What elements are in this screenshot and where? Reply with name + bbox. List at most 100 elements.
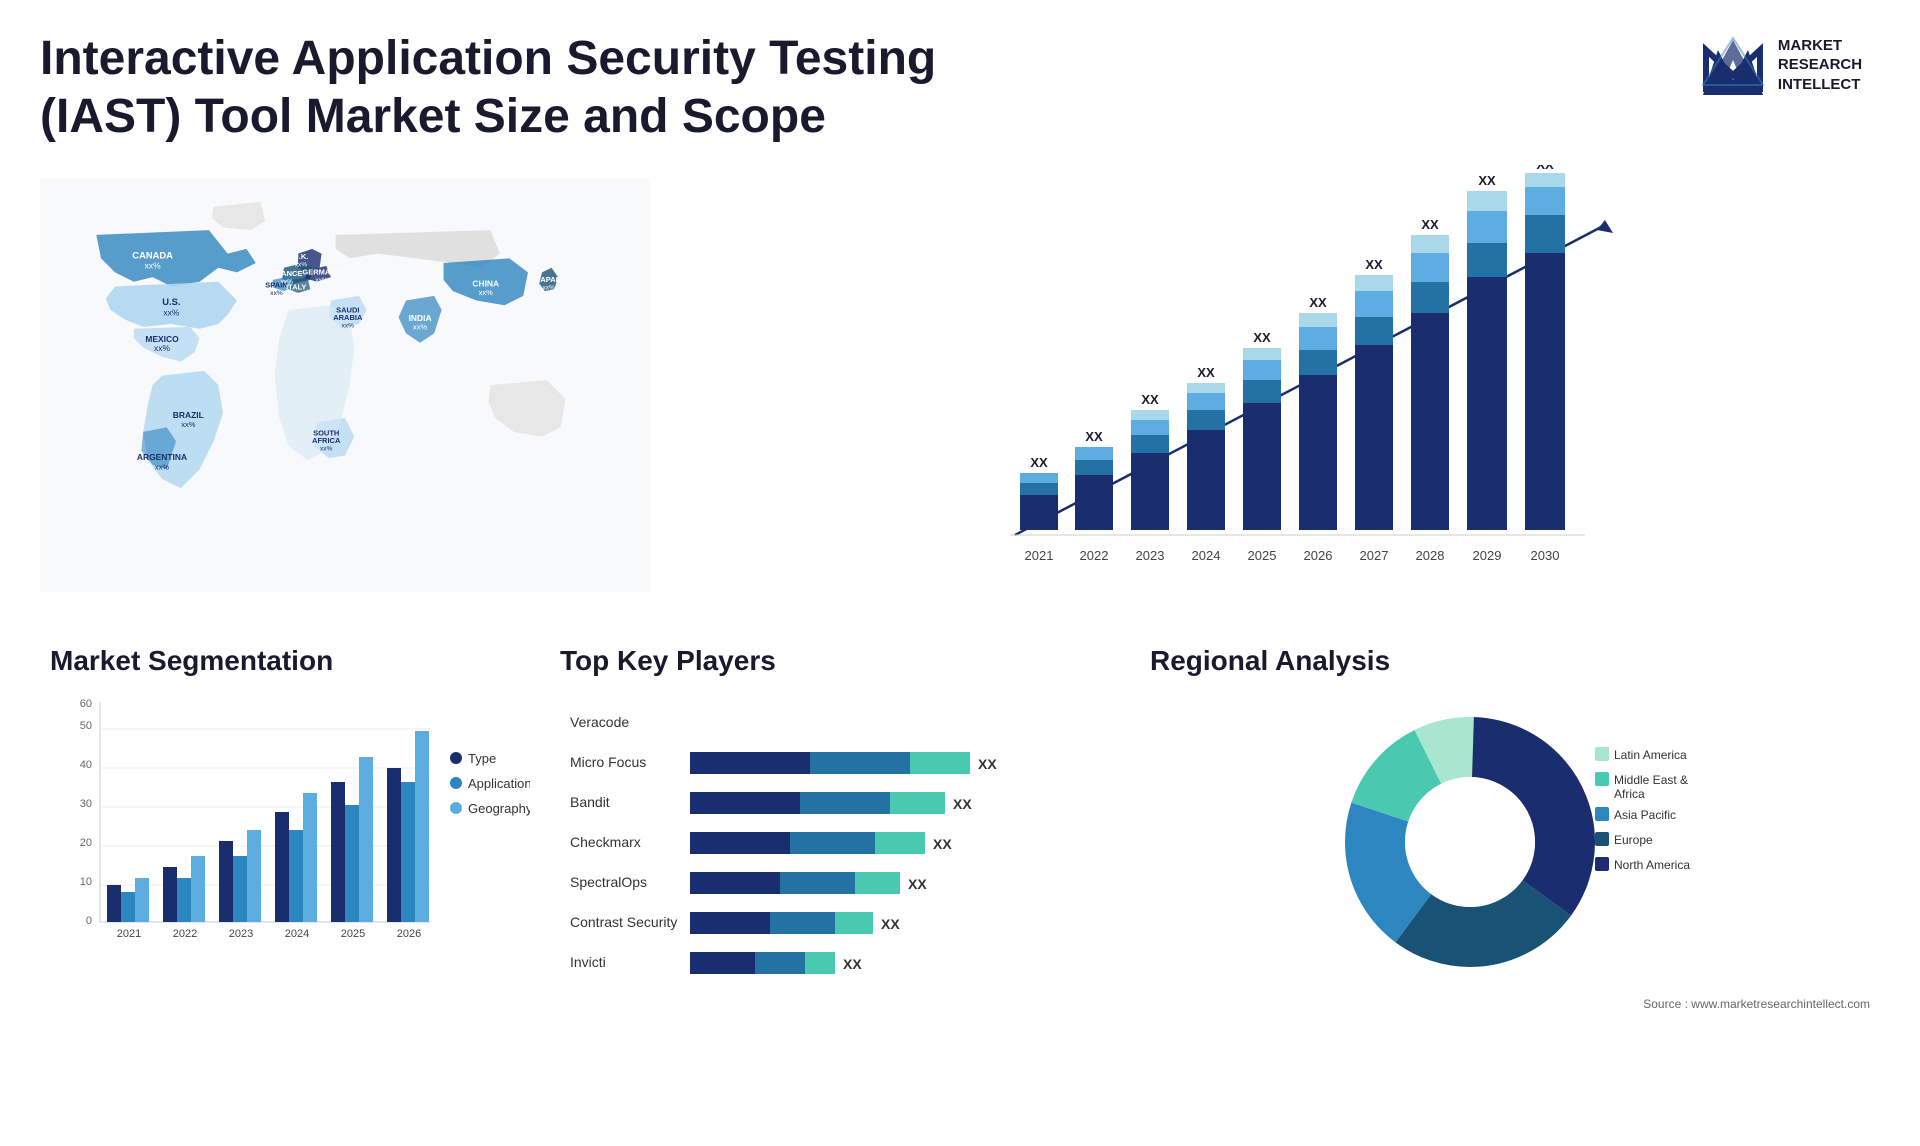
svg-text:XX: XX	[881, 916, 900, 932]
svg-text:Geography: Geography	[468, 801, 530, 816]
segmentation-section: Market Segmentation 0 10 20 30 40 50 60	[40, 635, 540, 1022]
svg-text:2025: 2025	[341, 928, 365, 940]
svg-text:XX: XX	[1365, 257, 1383, 272]
svg-text:XX: XX	[1030, 455, 1048, 470]
svg-text:Veracode: Veracode	[570, 714, 629, 730]
bar-chart-section: XX 2021 XX 2022 XX 2023 XX 2024	[670, 155, 1900, 635]
svg-text:Bandit: Bandit	[570, 794, 610, 810]
svg-text:U.S.: U.S.	[162, 297, 180, 307]
map-section: CANADA xx% U.S. xx% MEXICO xx% BRAZIL xx…	[20, 155, 670, 635]
svg-text:2021: 2021	[1025, 548, 1054, 563]
bar-chart: XX 2021 XX 2022 XX 2023 XX 2024	[700, 165, 1870, 605]
svg-text:Invicti: Invicti	[570, 954, 606, 970]
svg-text:North America: North America	[1614, 858, 1690, 872]
svg-text:0: 0	[86, 915, 92, 927]
svg-text:60: 60	[80, 698, 92, 710]
svg-text:Asia Pacific: Asia Pacific	[1614, 808, 1676, 822]
svg-text:XX: XX	[933, 836, 952, 852]
header: Interactive Application Security Testing…	[0, 0, 1920, 155]
svg-text:XX: XX	[1085, 429, 1103, 444]
svg-text:XX: XX	[978, 756, 997, 772]
svg-text:Middle East &: Middle East &	[1614, 773, 1688, 787]
svg-text:Checkmarx: Checkmarx	[570, 834, 641, 850]
svg-text:40: 40	[80, 759, 92, 771]
logo-icon	[1698, 30, 1768, 100]
svg-text:xx%: xx%	[342, 323, 355, 330]
logo-box: MARKETRESEARCHINTELLECT	[1698, 30, 1862, 100]
svg-text:50: 50	[80, 720, 92, 732]
svg-text:SPAIN: SPAIN	[265, 281, 287, 290]
svg-text:ARABIA: ARABIA	[333, 313, 363, 322]
svg-text:10: 10	[80, 876, 92, 888]
svg-text:2023: 2023	[1136, 548, 1165, 563]
svg-text:xx%: xx%	[154, 343, 170, 353]
svg-text:xx%: xx%	[145, 261, 161, 271]
svg-text:Europe: Europe	[1614, 833, 1653, 847]
svg-text:2026: 2026	[397, 928, 421, 940]
svg-text:XX: XX	[1421, 217, 1439, 232]
svg-text:BRAZIL: BRAZIL	[173, 410, 204, 420]
svg-text:XX: XX	[953, 796, 972, 812]
svg-text:xx%: xx%	[155, 463, 170, 472]
svg-text:xx%: xx%	[542, 284, 555, 291]
svg-text:SpectralOps: SpectralOps	[570, 874, 647, 890]
svg-text:XX: XX	[908, 876, 927, 892]
source-text: Source : www.marketresearchintellect.com	[1150, 997, 1870, 1011]
segmentation-title: Market Segmentation	[50, 645, 530, 677]
svg-text:XX: XX	[1253, 330, 1271, 345]
svg-text:xx%: xx%	[163, 308, 179, 318]
svg-text:CHINA: CHINA	[472, 279, 499, 289]
svg-text:2025: 2025	[1248, 548, 1277, 563]
svg-text:xx%: xx%	[479, 288, 493, 297]
bottom-row: Market Segmentation 0 10 20 30 40 50 60	[20, 635, 1900, 1022]
svg-text:2022: 2022	[173, 928, 197, 940]
svg-text:XX: XX	[1309, 295, 1327, 310]
svg-text:Latin America: Latin America	[1614, 748, 1687, 762]
svg-text:Africa: Africa	[1614, 787, 1645, 801]
regional-section: Regional Analysis Latin America	[1140, 635, 1880, 1022]
svg-text:Application: Application	[468, 776, 530, 791]
svg-text:2022: 2022	[1080, 548, 1109, 563]
svg-text:2026: 2026	[1304, 548, 1333, 563]
svg-text:FRANCE: FRANCE	[271, 269, 302, 278]
svg-text:INDIA: INDIA	[409, 313, 432, 323]
svg-text:2030: 2030	[1531, 548, 1560, 563]
key-players-title: Top Key Players	[560, 645, 1120, 677]
svg-text:XX: XX	[843, 956, 862, 972]
svg-text:2023: 2023	[229, 928, 253, 940]
regional-title: Regional Analysis	[1150, 645, 1870, 677]
logo-text: MARKETRESEARCHINTELLECT	[1778, 36, 1862, 95]
svg-text:XX: XX	[1478, 173, 1496, 188]
svg-text:Type: Type	[468, 751, 496, 766]
svg-text:CANADA: CANADA	[132, 250, 173, 260]
svg-text:2027: 2027	[1360, 548, 1389, 563]
svg-text:xx%: xx%	[320, 446, 333, 453]
segmentation-chart: 0 10 20 30 40 50 60 2021	[50, 687, 530, 987]
svg-text:20: 20	[80, 837, 92, 849]
svg-text:30: 30	[80, 798, 92, 810]
svg-text:xx%: xx%	[315, 277, 328, 284]
svg-text:xx%: xx%	[413, 323, 428, 332]
page-title: Interactive Application Security Testing…	[40, 30, 940, 145]
svg-text:AFRICA: AFRICA	[312, 436, 341, 445]
content-grid: CANADA xx% U.S. xx% MEXICO xx% BRAZIL xx…	[0, 155, 1920, 1022]
svg-text:2024: 2024	[1192, 548, 1221, 563]
svg-text:U.K.: U.K.	[293, 252, 308, 261]
key-players-chart: Veracode Micro Focus XX Bandit XX Checkm…	[560, 687, 1120, 1007]
svg-text:XX: XX	[1141, 392, 1159, 407]
svg-text:XX: XX	[1536, 165, 1554, 172]
svg-text:Contrast Security: Contrast Security	[570, 914, 677, 930]
world-map: CANADA xx% U.S. xx% MEXICO xx% BRAZIL xx…	[40, 165, 650, 605]
svg-text:2029: 2029	[1473, 548, 1502, 563]
svg-text:2024: 2024	[285, 928, 309, 940]
svg-text:Micro Focus: Micro Focus	[570, 754, 646, 770]
svg-text:xx%: xx%	[290, 292, 303, 299]
logo-area: MARKETRESEARCHINTELLECT	[1680, 30, 1880, 100]
svg-text:ITALY: ITALY	[286, 282, 306, 291]
svg-text:2021: 2021	[117, 928, 141, 940]
svg-text:JAPAN: JAPAN	[536, 275, 561, 284]
regional-chart: Latin America Middle East & Africa Asia …	[1150, 687, 1870, 987]
svg-text:xx%: xx%	[270, 290, 283, 297]
svg-text:GERMANY: GERMANY	[302, 267, 340, 276]
svg-text:2028: 2028	[1416, 548, 1445, 563]
